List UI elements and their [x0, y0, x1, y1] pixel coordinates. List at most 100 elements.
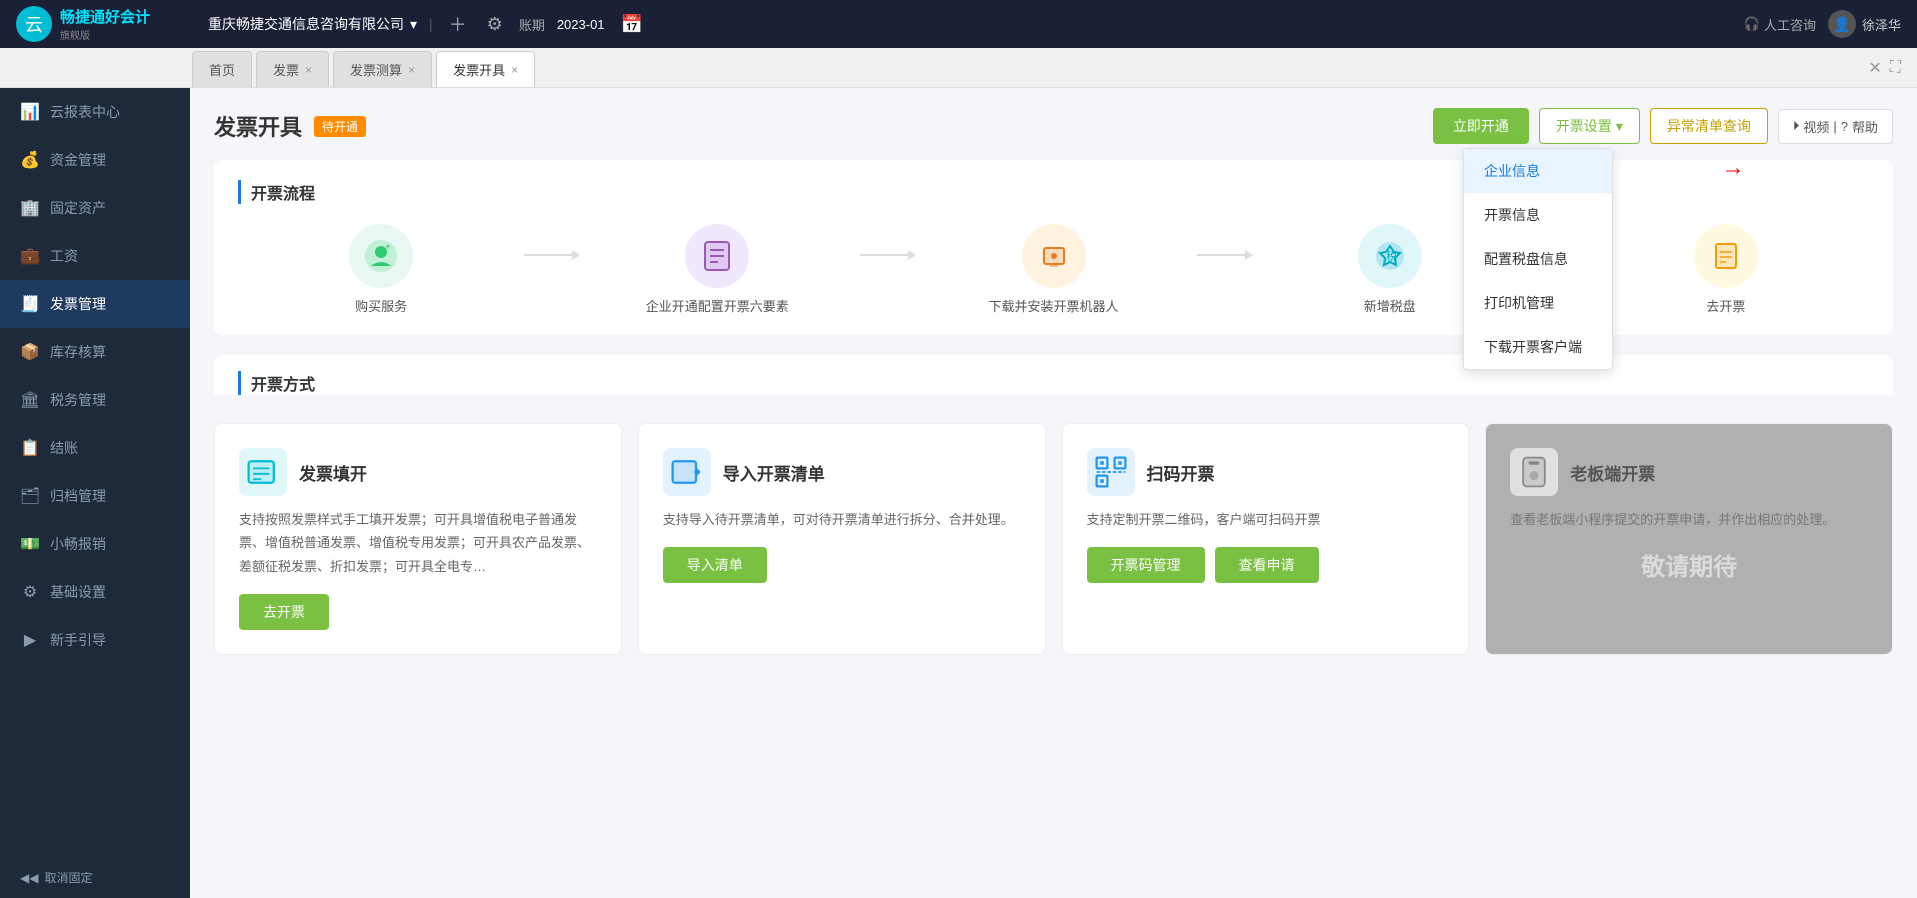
- tab-invoice[interactable]: 发票 ×: [256, 51, 329, 87]
- expense-icon: 💵: [20, 534, 40, 554]
- play-circle-icon: ⏵: [1793, 118, 1800, 134]
- unpin-icon: ◀◀: [20, 871, 38, 885]
- dropdown-item-company[interactable]: 企业信息: [1464, 149, 1612, 193]
- sidebar-item-xinshouyin[interactable]: ▶ 新手引导: [0, 616, 190, 664]
- cancel-pin-button[interactable]: ◀◀ 取消固定: [0, 857, 190, 898]
- tab-close-calc[interactable]: ×: [408, 63, 415, 77]
- sidebar-item-gongzi[interactable]: 💼 工资: [0, 232, 190, 280]
- method-card-boss: 老板端开票 查看老板端小程序提交的开票申请，并作出相应的处理。 敬请期待: [1485, 423, 1893, 655]
- fill-invoice-icon: [239, 448, 287, 496]
- status-badge: 待开通: [314, 116, 366, 137]
- step2-icon: [685, 224, 749, 288]
- method-card-import: 导入开票清单 支持导入待开票清单，可对待开票清单进行拆分、合并处理。 导入清单: [638, 423, 1046, 655]
- top-bar: 云 畅捷通好会计 旗舰版 重庆畅捷交通信息咨询有限公司 ▾ | ＋ ⚙ 账期 2…: [0, 0, 1917, 48]
- dropdown-item-printer[interactable]: 打印机管理: [1464, 281, 1612, 325]
- ledger-icon: 📋: [20, 438, 40, 458]
- page-title: 发票开具: [214, 110, 302, 142]
- archive-icon: 🗂: [20, 486, 40, 506]
- sidebar-item-yunbao[interactable]: 📊 云报表中心: [0, 88, 190, 136]
- page-title-area: 发票开具 待开通: [214, 110, 366, 142]
- method-card-fill: 发票填开 支持按照发票样式手工填开发票；可开具增值税电子普通发票、增值税普通发票…: [214, 423, 622, 655]
- boss-invoice-title: 老板端开票: [1570, 460, 1655, 485]
- chevron-down-icon: ▾: [410, 16, 417, 33]
- flow-step-3: 下载并安装开票机器人: [910, 224, 1196, 315]
- tab-invoice-calc[interactable]: 发票测算 ×: [333, 51, 432, 87]
- method-section-title: 开票方式: [238, 371, 1869, 395]
- maximize-icon[interactable]: ⛶: [1890, 59, 1901, 77]
- tab-invoice-issue[interactable]: 发票开具 ×: [436, 51, 535, 87]
- dropdown-item-invoice-info[interactable]: 开票信息: [1464, 193, 1612, 237]
- sidebar: 📊 云报表中心 💰 资金管理 🏢 固定资产 💼 工资 🧾 发票管理 📦 库存核算…: [0, 88, 190, 898]
- connector-1: [524, 254, 574, 256]
- scan-btn-group: 开票码管理 查看申请: [1087, 547, 1445, 583]
- import-invoice-icon: [663, 448, 711, 496]
- method-card-scan: 扫码开票 支持定制开票二维码，客户端可扫码开票 开票码管理 查看申请: [1062, 423, 1470, 655]
- red-arrow-indicator: →: [1721, 154, 1745, 182]
- activate-button[interactable]: 立即开通: [1433, 108, 1529, 144]
- company-selector[interactable]: 重庆畅捷交通信息咨询有限公司 ▾: [208, 14, 417, 34]
- period-value: 2023-01: [557, 17, 605, 32]
- settings-icon[interactable]: ⚙: [483, 10, 507, 39]
- sidebar-item-shuiwu[interactable]: 🏛 税务管理: [0, 376, 190, 424]
- sidebar-item-jiezhang[interactable]: 📋 结账: [0, 424, 190, 472]
- scan-manage-button[interactable]: 开票码管理: [1087, 547, 1205, 583]
- step5-icon: [1694, 224, 1758, 288]
- scan-apply-button[interactable]: 查看申请: [1215, 547, 1319, 583]
- dropdown-item-download-client[interactable]: 下载开票客户端: [1464, 325, 1612, 369]
- sidebar-item-guidang[interactable]: 🗂 归档管理: [0, 472, 190, 520]
- boss-invoice-icon: [1510, 448, 1558, 496]
- step4-icon: 税: [1358, 224, 1422, 288]
- method-card-fill-header: 发票填开: [239, 448, 597, 496]
- tax-icon: 🏛: [20, 390, 40, 410]
- calendar-icon[interactable]: 📅: [617, 10, 647, 39]
- svg-text:+: +: [385, 242, 391, 253]
- tab-bar-right: ✕ ⛶: [1868, 58, 1901, 78]
- import-invoice-button[interactable]: 导入清单: [663, 547, 767, 583]
- add-icon[interactable]: ＋: [445, 7, 471, 41]
- headset-icon: 🎧: [1744, 16, 1760, 32]
- content-area: 发票开具 待开通 立即开通 开票设置 ▾ 异常清单查询 ⏵ 视频 | ? 帮助: [190, 88, 1917, 898]
- flow-step-5: 去开票: [1583, 224, 1869, 315]
- money-icon: 💰: [20, 150, 40, 170]
- exception-button[interactable]: 异常清单查询: [1650, 108, 1768, 144]
- coming-soon-text: 敬请期待: [1510, 547, 1868, 582]
- method-cards: 发票填开 支持按照发票样式手工填开发票；可开具增值税电子普通发票、增值税普通发票…: [214, 423, 1893, 655]
- connector-2: [860, 254, 910, 256]
- step3-label: 下载并安装开票机器人: [989, 296, 1119, 315]
- tab-close-invoice[interactable]: ×: [305, 63, 312, 77]
- boss-invoice-desc: 查看老板端小程序提交的开票申请，并作出相应的处理。: [1510, 508, 1868, 531]
- step1-label: 购买服务: [355, 296, 407, 315]
- step2-label: 企业开通配置开票六要素: [646, 296, 789, 315]
- briefcase-icon: 💼: [20, 246, 40, 266]
- receipt-icon: 🧾: [20, 294, 40, 314]
- video-button[interactable]: ⏵ 视频 | ? 帮助: [1778, 109, 1893, 144]
- step4-label: 新增税盘: [1364, 296, 1416, 315]
- sidebar-item-fapiao[interactable]: 🧾 发票管理: [0, 280, 190, 328]
- tab-close-issue[interactable]: ×: [511, 63, 518, 77]
- scan-invoice-desc: 支持定制开票二维码，客户端可扫码开票: [1087, 508, 1445, 531]
- close-window-icon[interactable]: ✕: [1868, 58, 1881, 78]
- chart-icon: 📊: [20, 102, 40, 122]
- method-section-header: 开票方式: [190, 355, 1917, 423]
- box-icon: 📦: [20, 342, 40, 362]
- flow-step-2: 企业开通配置开票六要素: [574, 224, 860, 315]
- sidebar-item-kucun[interactable]: 📦 库存核算: [0, 328, 190, 376]
- sidebar-item-gudingzichan[interactable]: 🏢 固定资产: [0, 184, 190, 232]
- dropdown-item-tax-config[interactable]: 配置税盘信息: [1464, 237, 1612, 281]
- scan-invoice-icon: [1087, 448, 1135, 496]
- sidebar-item-jichushezhi[interactable]: ⚙ 基础设置: [0, 568, 190, 616]
- tab-home[interactable]: 首页: [192, 51, 252, 87]
- divider: |: [429, 16, 433, 32]
- sidebar-item-zijin[interactable]: 💰 资金管理: [0, 136, 190, 184]
- flow-section: 开票流程 + 购买服务: [214, 160, 1893, 335]
- fill-invoice-button[interactable]: 去开票: [239, 594, 329, 630]
- support-button[interactable]: 🎧 人工咨询: [1744, 15, 1816, 34]
- settings-button[interactable]: 开票设置 ▾: [1539, 108, 1640, 144]
- method-card-boss-header: 老板端开票: [1510, 448, 1868, 496]
- user-area[interactable]: 👤 徐泽华: [1828, 10, 1901, 38]
- main-layout: 📊 云报表中心 💰 资金管理 🏢 固定资产 💼 工资 🧾 发票管理 📦 库存核算…: [0, 88, 1917, 898]
- logo-area: 云 畅捷通好会计 旗舰版: [16, 6, 196, 42]
- page-header: 发票开具 待开通 立即开通 开票设置 ▾ 异常清单查询 ⏵ 视频 | ? 帮助: [190, 88, 1917, 160]
- sidebar-item-xiaochang[interactable]: 💵 小畅报销: [0, 520, 190, 568]
- method-card-import-header: 导入开票清单: [663, 448, 1021, 496]
